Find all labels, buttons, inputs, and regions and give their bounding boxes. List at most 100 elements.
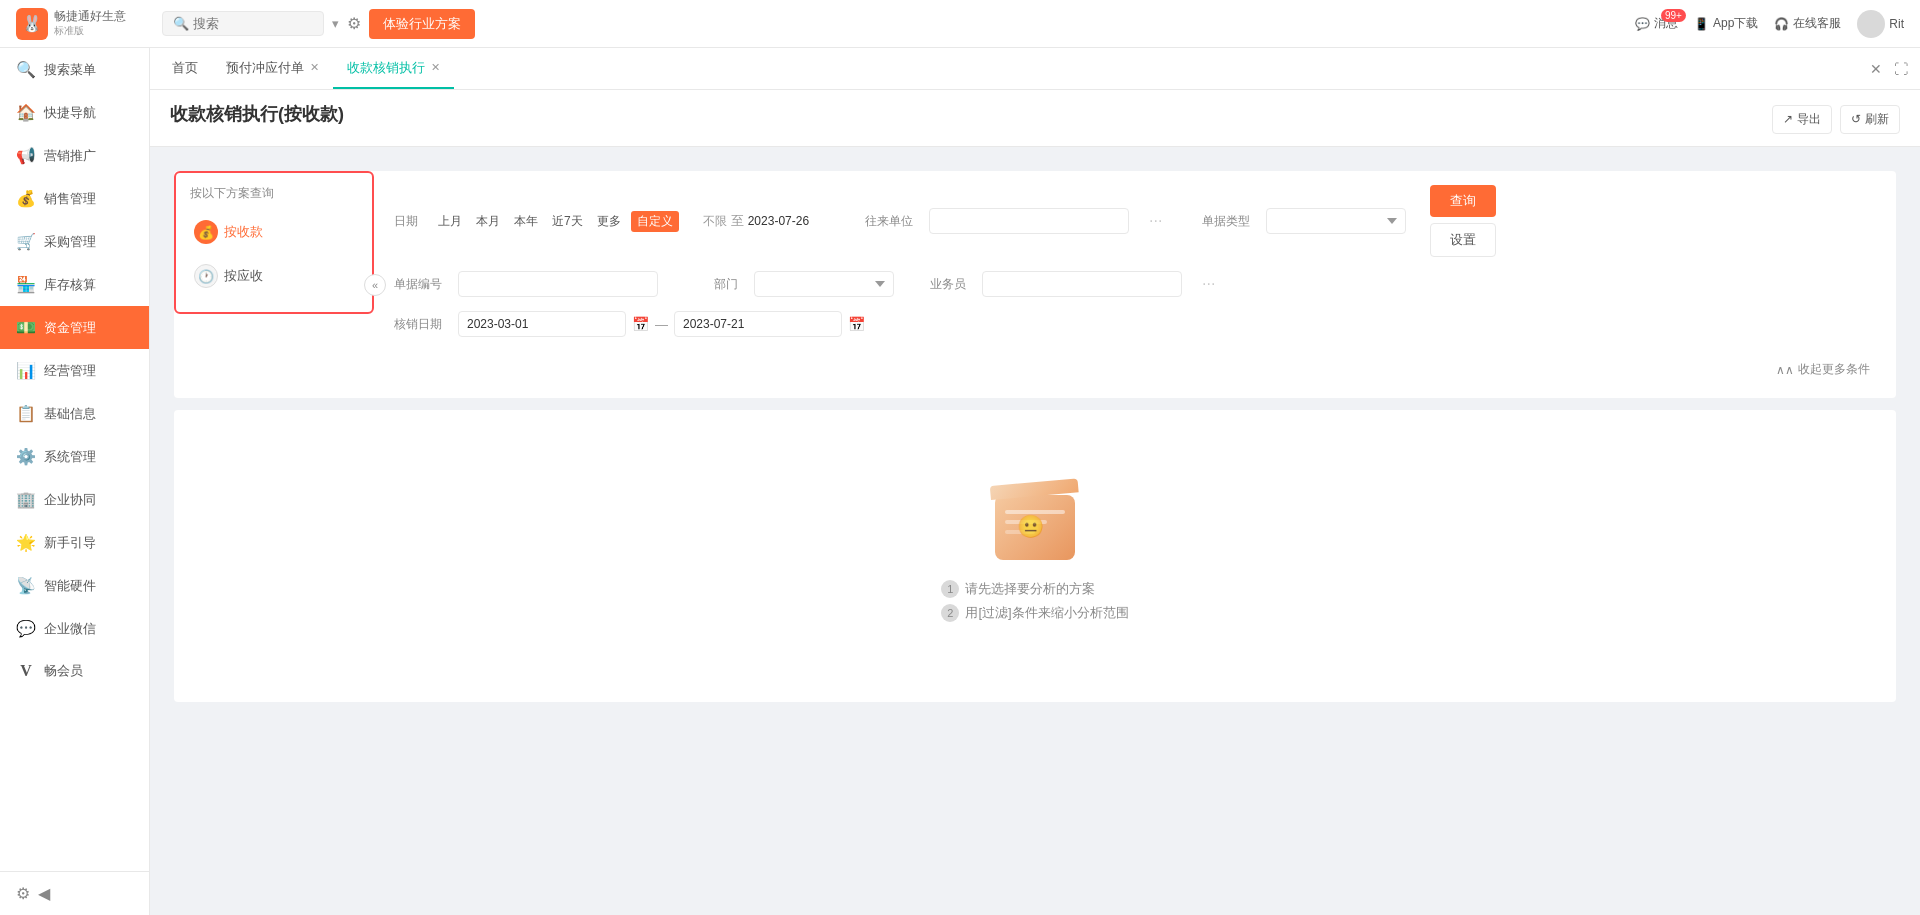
- tab-close-all-btn[interactable]: ✕: [1866, 57, 1886, 81]
- filter-left-wrap: 按以下方案查询 💰 按收款 🕐 按应收 «: [174, 171, 374, 398]
- refresh-btn[interactable]: ↺ 刷新: [1840, 105, 1900, 134]
- date-btn-more[interactable]: 更多: [593, 211, 625, 232]
- logo-icon: 🐰: [16, 8, 48, 40]
- staff-input[interactable]: [982, 271, 1182, 297]
- purchase-icon: 🛒: [16, 232, 36, 251]
- tab-prepay-label: 预付冲应付单: [226, 59, 304, 77]
- staff-dots-btn[interactable]: ···: [1198, 275, 1219, 293]
- filter-row-2: 单据编号 部门 业务员 ···: [394, 271, 1876, 297]
- sidebar-item-quick-nav[interactable]: 🏠 快捷导航: [0, 91, 149, 134]
- top-bar-right: 💬 消息 99+ 📱 App下载 🎧 在线客服 Rit: [1635, 10, 1904, 38]
- sidebar-bottom: ⚙ ◀: [0, 871, 149, 915]
- filter-option-by-receipt[interactable]: 💰 按收款: [184, 212, 364, 252]
- page-area: 收款核销执行(按收款) ↗ 导出 ↺ 刷新: [150, 90, 1920, 915]
- user-area[interactable]: Rit: [1857, 10, 1904, 38]
- sidebar-item-purchase[interactable]: 🛒 采购管理: [0, 220, 149, 263]
- tab-prepay-close[interactable]: ✕: [310, 61, 319, 74]
- app-download-btn[interactable]: 📱 App下载: [1694, 15, 1758, 32]
- search-icon: 🔍: [173, 16, 189, 31]
- calendar-to-icon[interactable]: 📅: [848, 316, 865, 332]
- app-download-label: App下载: [1713, 15, 1758, 32]
- doc-number-label: 单据编号: [394, 276, 442, 293]
- tab-home[interactable]: 首页: [158, 49, 212, 89]
- tab-collect-close[interactable]: ✕: [431, 61, 440, 74]
- empty-tip-2: 2 用[过滤]条件来缩小分析范围: [941, 604, 1128, 622]
- verify-date-to-input[interactable]: [674, 311, 842, 337]
- sidebar-item-hardware[interactable]: 📡 智能硬件: [0, 564, 149, 607]
- date-btn-custom[interactable]: 自定义: [631, 211, 679, 232]
- sidebar-item-operations[interactable]: 📊 经营管理: [0, 349, 149, 392]
- top-bar-left: 🐰 畅捷通好生意 标准版 🔍 ▾ ⚙ 体验行业方案: [16, 8, 475, 40]
- top-search-bar[interactable]: 🔍: [162, 11, 324, 36]
- home-icon: 🏠: [16, 103, 36, 122]
- verify-date-from-input[interactable]: [458, 311, 626, 337]
- sidebar-item-finance[interactable]: 💵 资金管理: [0, 306, 149, 349]
- settings-icon[interactable]: ⚙: [347, 14, 361, 33]
- query-btn[interactable]: 查询: [1430, 185, 1496, 217]
- calendar-from-icon[interactable]: 📅: [632, 316, 649, 332]
- sidebar-item-label: 采购管理: [44, 233, 96, 251]
- top-search-input[interactable]: [193, 16, 313, 31]
- sidebar-item-system[interactable]: ⚙️ 系统管理: [0, 435, 149, 478]
- basic-icon: 📋: [16, 404, 36, 423]
- sidebar-item-label: 智能硬件: [44, 577, 96, 595]
- search-icon: 🔍: [16, 60, 36, 79]
- system-icon: ⚙️: [16, 447, 36, 466]
- tab-home-label: 首页: [172, 59, 198, 77]
- filter-option-by-receivable[interactable]: 🕐 按应收: [184, 256, 364, 296]
- filter-left-title: 按以下方案查询: [184, 185, 364, 202]
- sidebar-item-enterprise[interactable]: 🏢 企业协同: [0, 478, 149, 521]
- refresh-icon: ↺: [1851, 112, 1861, 126]
- sidebar-item-search-menu[interactable]: 🔍 搜索菜单: [0, 48, 149, 91]
- tab-bar: 首页 预付冲应付单 ✕ 收款核销执行 ✕ ✕ ⛶: [150, 48, 1920, 90]
- settings-bottom-icon[interactable]: ⚙: [16, 884, 30, 903]
- message-btn[interactable]: 💬 消息 99+: [1635, 15, 1678, 32]
- sidebar-item-label: 资金管理: [44, 319, 96, 337]
- date-btn-7days[interactable]: 近7天: [548, 211, 587, 232]
- tab-expand-btn[interactable]: ⛶: [1890, 57, 1912, 81]
- filter-container: 按以下方案查询 💰 按收款 🕐 按应收 «: [162, 159, 1908, 714]
- date-btn-year[interactable]: 本年: [510, 211, 542, 232]
- verify-date-label: 核销日期: [394, 316, 442, 333]
- partner-input[interactable]: [929, 208, 1129, 234]
- sidebar-item-basic[interactable]: 📋 基础信息: [0, 392, 149, 435]
- filter-row-3: 核销日期 📅 — 📅: [394, 311, 1876, 337]
- sidebar-item-inventory[interactable]: 🏪 库存核算: [0, 263, 149, 306]
- sidebar-item-wechat[interactable]: 💬 企业微信: [0, 607, 149, 650]
- sidebar-item-label: 库存核算: [44, 276, 96, 294]
- tab-collect[interactable]: 收款核销执行 ✕: [333, 49, 454, 89]
- date-label: 日期: [394, 213, 418, 230]
- date-btn-curr-month[interactable]: 本月: [472, 211, 504, 232]
- date-btn-prev-month[interactable]: 上月: [434, 211, 466, 232]
- message-icon: 💬: [1635, 17, 1650, 31]
- industry-btn[interactable]: 体验行业方案: [369, 9, 475, 39]
- sidebar-item-member[interactable]: V 畅会员: [0, 650, 149, 692]
- enterprise-icon: 🏢: [16, 490, 36, 509]
- doc-type-select[interactable]: [1266, 208, 1406, 234]
- collapse-sidebar-icon[interactable]: ◀: [38, 884, 50, 903]
- partner-dots-btn[interactable]: ···: [1145, 212, 1166, 230]
- filter-section: 按以下方案查询 💰 按收款 🕐 按应收 «: [174, 171, 1896, 398]
- settings-btn[interactable]: 设置: [1430, 223, 1496, 257]
- export-btn[interactable]: ↗ 导出: [1772, 105, 1832, 134]
- phone-icon: 📱: [1694, 17, 1709, 31]
- top-bar: 🐰 畅捷通好生意 标准版 🔍 ▾ ⚙ 体验行业方案 💬 消息 99+ 📱 App…: [0, 0, 1920, 48]
- collapse-more-btn[interactable]: ∧∧ 收起更多条件: [1770, 355, 1876, 384]
- sidebar-item-label: 经营管理: [44, 362, 96, 380]
- doc-type-label: 单据类型: [1202, 213, 1250, 230]
- sidebar-item-marketing[interactable]: 📢 营销推广: [0, 134, 149, 177]
- tab-collect-label: 收款核销执行: [347, 59, 425, 77]
- logo-area: 🐰 畅捷通好生意 标准版: [16, 8, 126, 40]
- user-name: Rit: [1889, 17, 1904, 31]
- doc-number-input[interactable]: [458, 271, 658, 297]
- online-service-btn[interactable]: 🎧 在线客服: [1774, 15, 1841, 32]
- department-select[interactable]: [754, 271, 894, 297]
- sidebar-item-guide[interactable]: 🌟 新手引导: [0, 521, 149, 564]
- guide-icon: 🌟: [16, 533, 36, 552]
- tab-prepay[interactable]: 预付冲应付单 ✕: [212, 49, 333, 89]
- brand-sub: 标准版: [54, 24, 126, 38]
- empty-state: 😐 1 请先选择要分析的方案 2 用[过滤]条件来缩小分析范围: [174, 410, 1896, 702]
- sidebar-item-sales[interactable]: 💰 销售管理: [0, 177, 149, 220]
- dropdown-arrow-icon[interactable]: ▾: [332, 16, 339, 31]
- filter-collapse-btn[interactable]: «: [364, 274, 386, 296]
